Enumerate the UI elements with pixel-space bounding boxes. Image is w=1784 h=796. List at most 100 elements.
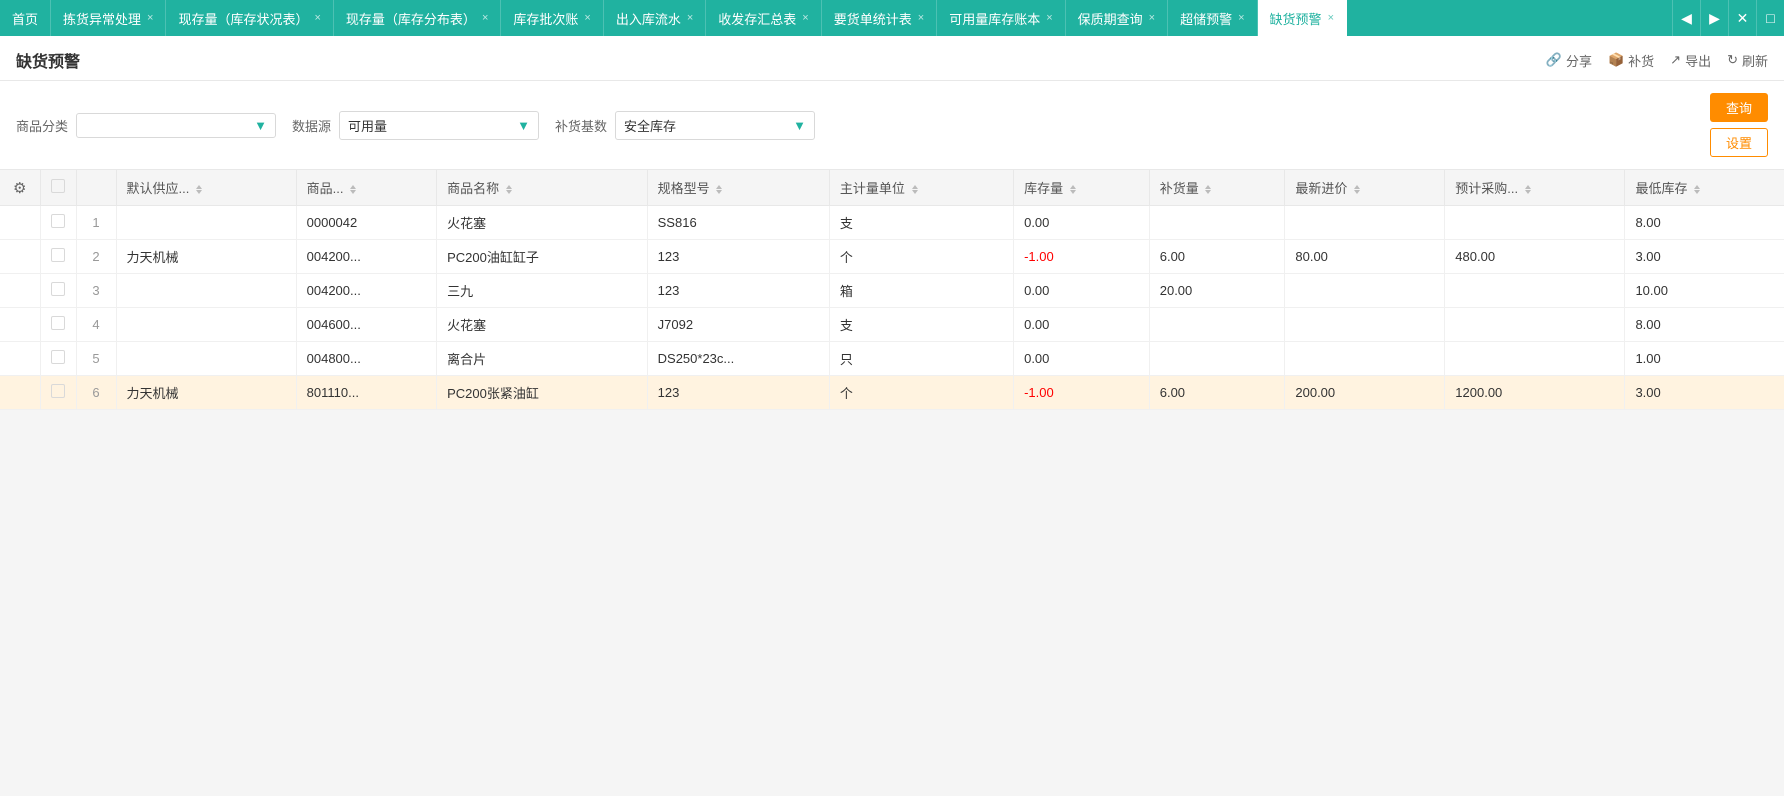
row-checkbox-2[interactable]: [40, 274, 76, 308]
row-unit-4: 只: [829, 342, 1013, 376]
col-name-header[interactable]: 商品名称: [437, 170, 648, 206]
row-checkbox-0[interactable]: [40, 206, 76, 240]
row-spec-5: 123: [647, 376, 829, 410]
refresh-action[interactable]: ↻ 刷新: [1727, 51, 1768, 70]
export-action[interactable]: ↗ 导出: [1670, 51, 1711, 70]
row-cb-3[interactable]: [51, 316, 65, 330]
row-est-purchase-0: [1445, 206, 1625, 240]
page-header: 缺货预警 🔗 分享 📦 补货 ↗ 导出 ↻ 刷新: [0, 36, 1784, 81]
tab-close-batch[interactable]: ×: [584, 12, 590, 24]
tab-home[interactable]: 首页: [0, 0, 51, 36]
row-checkbox-1[interactable]: [40, 240, 76, 274]
row-name-4: 离合片: [437, 342, 648, 376]
table-row: 6 力天机械 801110... PC200张紧油缸 123 个 -1.00 6…: [0, 376, 1784, 410]
tab-shortage[interactable]: 缺货预警 ×: [1258, 0, 1347, 36]
row-est-purchase-4: [1445, 342, 1625, 376]
tab-stock1[interactable]: 现存量（库存状况表） ×: [166, 0, 333, 36]
gear-icon[interactable]: ⚙: [13, 180, 26, 197]
row-checkbox-5[interactable]: [40, 376, 76, 410]
row-cb-1[interactable]: [51, 248, 65, 262]
replenish-action[interactable]: 📦 补货: [1608, 51, 1654, 70]
row-cb-2[interactable]: [51, 282, 65, 296]
row-name-0: 火花塞: [437, 206, 648, 240]
replenish-select[interactable]: 安全库存 ▼: [615, 111, 815, 140]
query-button[interactable]: 查询: [1710, 93, 1768, 122]
row-index-0: 1: [76, 206, 116, 240]
row-supplier-2: [116, 274, 296, 308]
row-est-purchase-5: 1200.00: [1445, 376, 1625, 410]
row-supplier-4: [116, 342, 296, 376]
col-checkbox-header[interactable]: [40, 170, 76, 206]
col-latest-price-header[interactable]: 最新进价: [1285, 170, 1445, 206]
row-checkbox-3[interactable]: [40, 308, 76, 342]
row-est-purchase-3: [1445, 308, 1625, 342]
tab-close-all-btn[interactable]: ✕: [1728, 0, 1756, 36]
row-index-4: 5: [76, 342, 116, 376]
tab-summary[interactable]: 收发存汇总表 ×: [706, 0, 821, 36]
row-checkbox-4[interactable]: [40, 342, 76, 376]
tab-abnormal[interactable]: 拣货异常处理 ×: [51, 0, 166, 36]
row-latest-price-2: [1285, 274, 1445, 308]
tab-close-overstock[interactable]: ×: [1238, 12, 1244, 24]
row-cb-5[interactable]: [51, 384, 65, 398]
row-name-1: PC200油缸缸子: [437, 240, 648, 274]
tab-close-stock2[interactable]: ×: [482, 12, 488, 24]
header-actions: 🔗 分享 📦 补货 ↗ 导出 ↻ 刷新: [1546, 51, 1768, 70]
row-supplier-0: [116, 206, 296, 240]
row-cb-4[interactable]: [51, 350, 65, 364]
data-table: ⚙ 默认供应... 商品...: [0, 169, 1784, 410]
tab-flow[interactable]: 出入库流水 ×: [604, 0, 706, 36]
row-min-stock-1: 3.00: [1625, 240, 1784, 274]
row-cb-0[interactable]: [51, 214, 65, 228]
col-settings-header[interactable]: ⚙: [0, 170, 40, 206]
tab-prev-btn[interactable]: ◀: [1672, 0, 1700, 36]
row-replenish-1: 6.00: [1149, 240, 1285, 274]
tab-close-stock1[interactable]: ×: [314, 12, 320, 24]
col-replenish-header[interactable]: 补货量: [1149, 170, 1285, 206]
col-code-header[interactable]: 商品...: [296, 170, 436, 206]
tab-next-btn[interactable]: ▶: [1700, 0, 1728, 36]
tab-close-abnormal[interactable]: ×: [147, 12, 153, 24]
tab-stock2[interactable]: 现存量（库存分布表） ×: [334, 0, 501, 36]
tab-close-flow[interactable]: ×: [687, 12, 693, 24]
row-latest-price-0: [1285, 206, 1445, 240]
col-unit-header[interactable]: 主计量单位: [829, 170, 1013, 206]
tab-overstock[interactable]: 超储预警 ×: [1168, 0, 1257, 36]
datasource-filter-group: 数据源 可用量 ▼: [292, 111, 539, 140]
table-row: 4 004600... 火花塞 J7092 支 0.00 8.00: [0, 308, 1784, 342]
tab-close-available[interactable]: ×: [1046, 12, 1052, 24]
col-supplier-header[interactable]: 默认供应...: [116, 170, 296, 206]
tab-close-expiry[interactable]: ×: [1149, 12, 1155, 24]
latest-price-sort-icon: [1354, 185, 1360, 194]
row-code-1: 004200...: [296, 240, 436, 274]
category-select[interactable]: ▼: [76, 113, 276, 138]
header-checkbox[interactable]: [51, 179, 65, 193]
row-unit-5: 个: [829, 376, 1013, 410]
tab-close-shortage[interactable]: ×: [1328, 12, 1334, 24]
tab-maximize-btn[interactable]: □: [1756, 0, 1784, 36]
col-stock-header[interactable]: 库存量: [1014, 170, 1150, 206]
row-unit-2: 箱: [829, 274, 1013, 308]
tab-close-summary[interactable]: ×: [802, 12, 808, 24]
tab-close-requisition[interactable]: ×: [918, 12, 924, 24]
settings-button[interactable]: 设置: [1710, 128, 1768, 157]
row-latest-price-1: 80.00: [1285, 240, 1445, 274]
unit-sort-icon: [912, 185, 918, 194]
share-action[interactable]: 🔗 分享: [1546, 51, 1592, 70]
col-min-stock-header[interactable]: 最低库存: [1625, 170, 1784, 206]
row-min-stock-4: 1.00: [1625, 342, 1784, 376]
col-est-purchase-header[interactable]: 预计采购...: [1445, 170, 1625, 206]
stock-sort-icon: [1070, 185, 1076, 194]
tab-batch[interactable]: 库存批次账 ×: [501, 0, 603, 36]
col-spec-header[interactable]: 规格型号: [647, 170, 829, 206]
row-stock-4: 0.00: [1014, 342, 1150, 376]
replenish-value: 安全库存: [624, 116, 676, 135]
tab-expiry[interactable]: 保质期查询 ×: [1066, 0, 1168, 36]
tab-available[interactable]: 可用量库存账本 ×: [937, 0, 1065, 36]
table-row: 2 力天机械 004200... PC200油缸缸子 123 个 -1.00 6…: [0, 240, 1784, 274]
row-index-1: 2: [76, 240, 116, 274]
row-spec-3: J7092: [647, 308, 829, 342]
supplier-sort-icon: [196, 185, 202, 194]
datasource-select[interactable]: 可用量 ▼: [339, 111, 539, 140]
tab-requisition[interactable]: 要货单统计表 ×: [822, 0, 937, 36]
